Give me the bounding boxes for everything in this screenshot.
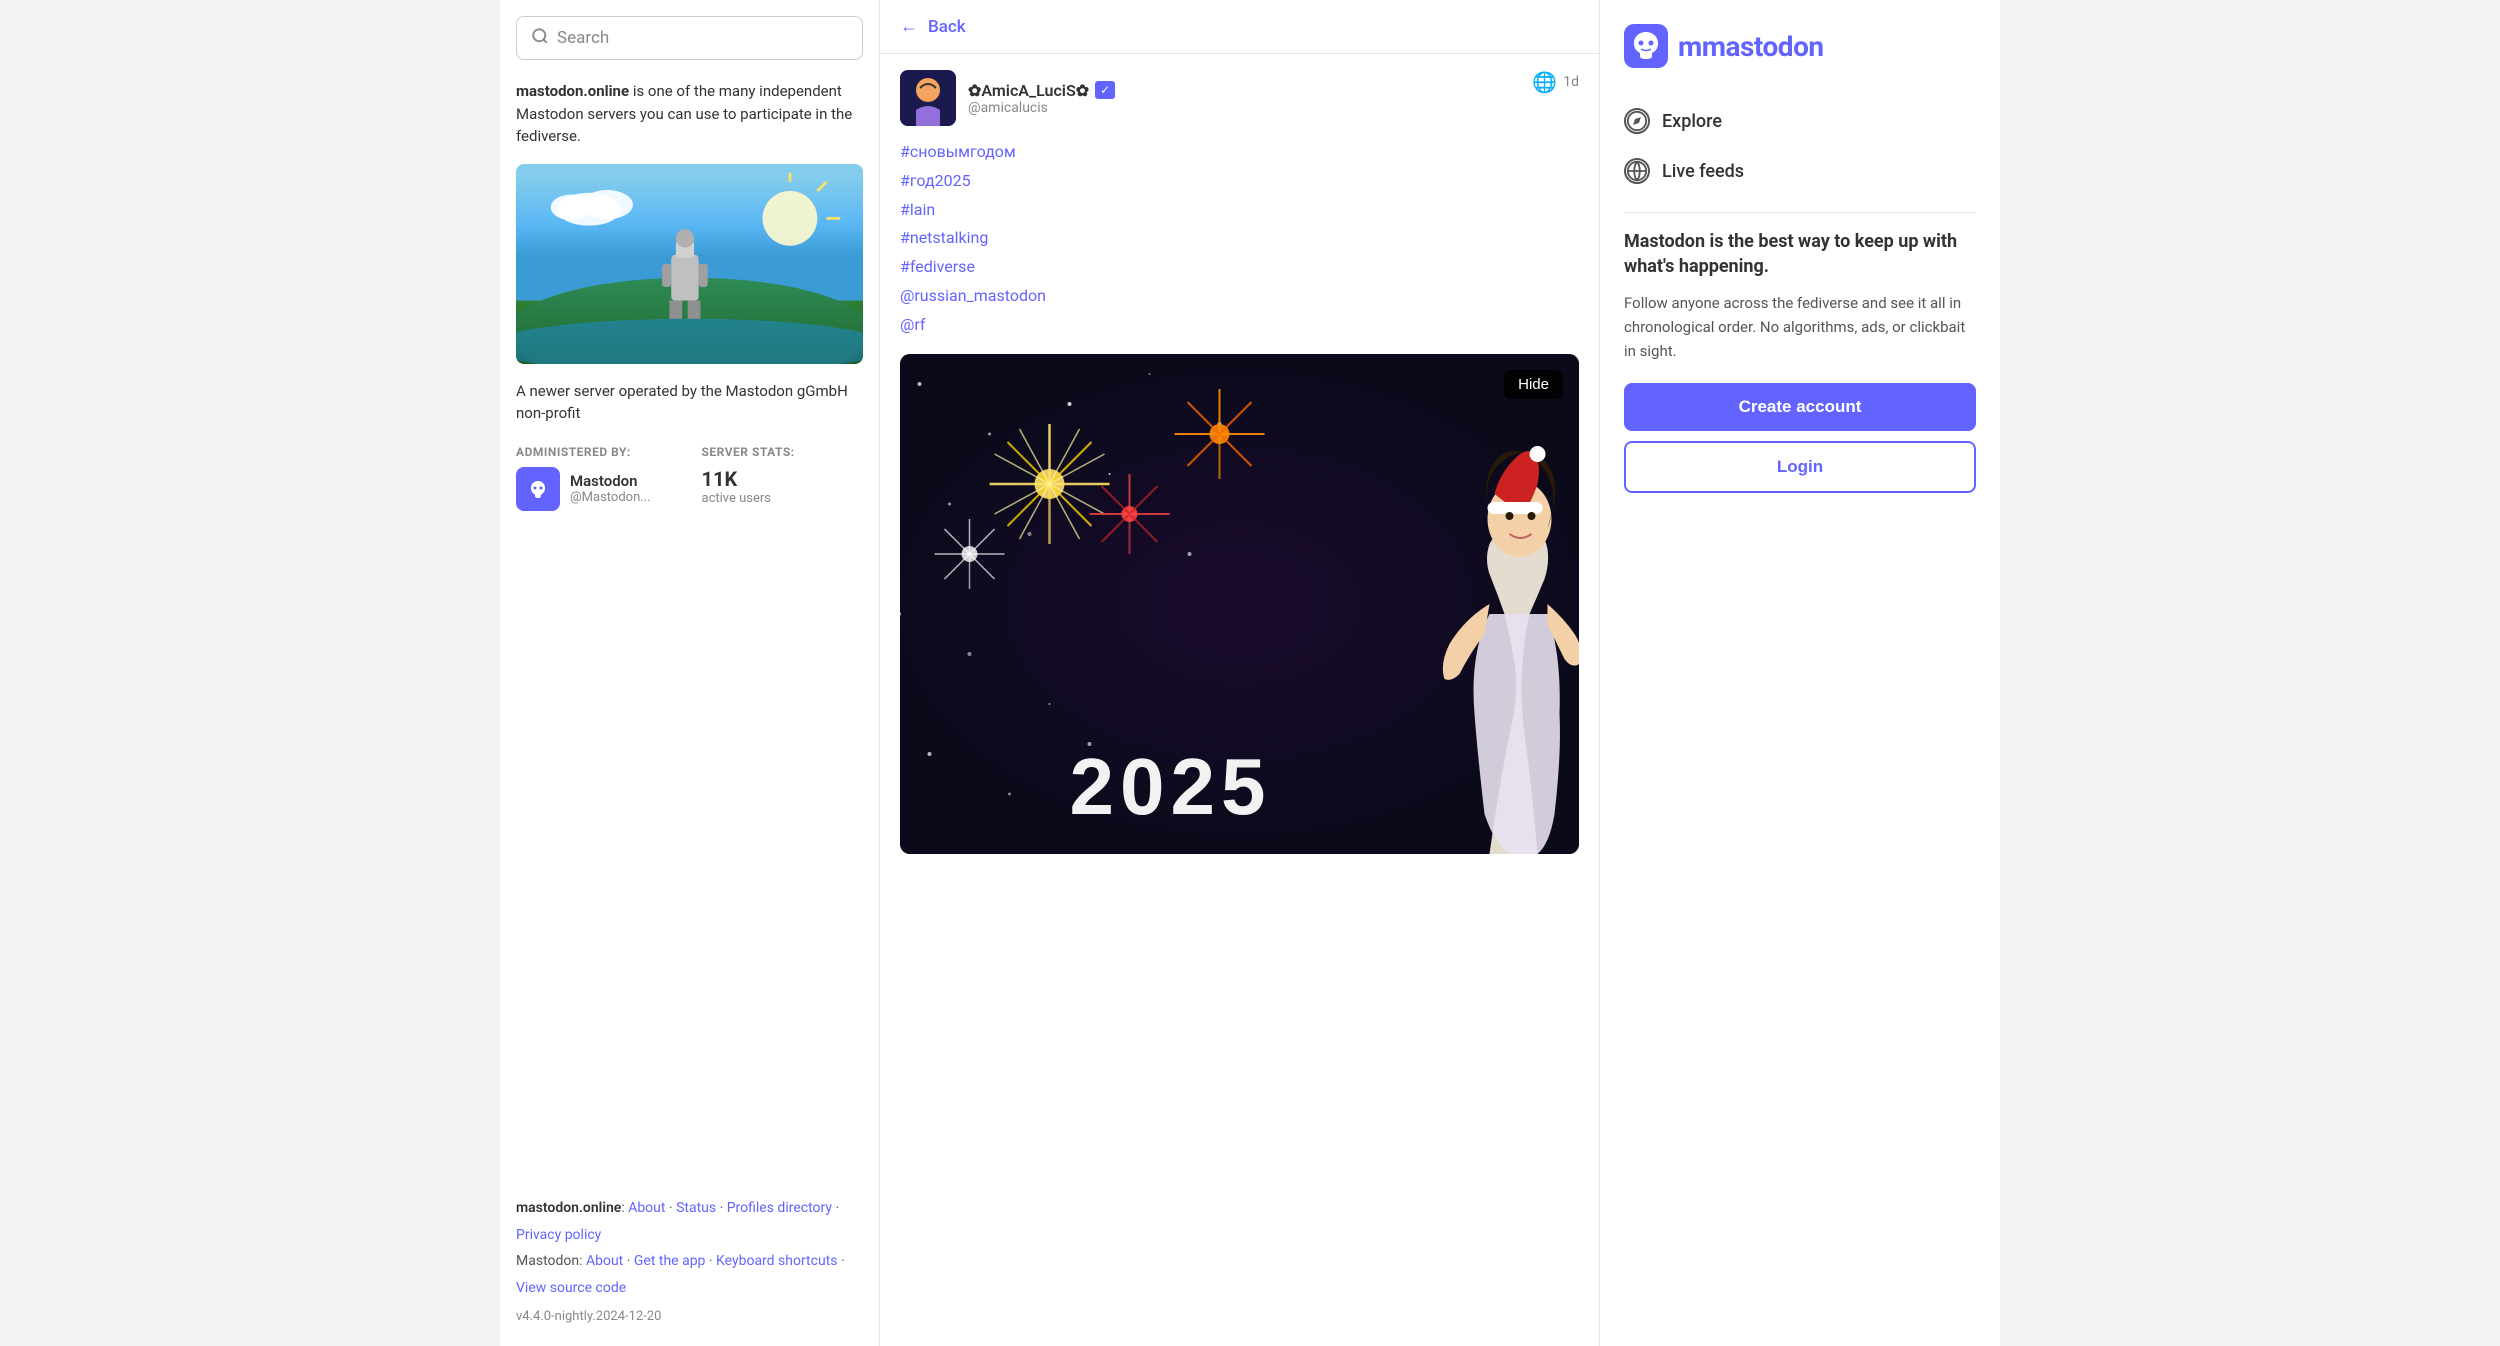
- version-text: v4.4.0-nightly.2024-12-20: [516, 1305, 863, 1330]
- footer-status-link[interactable]: Status: [676, 1200, 716, 1216]
- stats-section: SERVER STATS: 11K active users: [702, 445, 864, 511]
- admin-stats-section: ADMINISTERED BY: Mastodon @Mastodon...: [516, 445, 863, 511]
- admin-section: ADMINISTERED BY: Mastodon @Mastodon...: [516, 445, 678, 511]
- footer-privacy-link[interactable]: Privacy policy: [516, 1227, 601, 1243]
- svg-text:2025: 2025: [1070, 742, 1272, 831]
- footer-mastodon-links: Mastodon: About · Get the app · Keyboard…: [516, 1248, 863, 1301]
- avatar-image: [900, 70, 956, 126]
- post-meta: 🌐 1d: [1532, 70, 1579, 94]
- explore-label: Explore: [1662, 111, 1722, 132]
- promo-text: Follow anyone across the fediverse and s…: [1624, 291, 1976, 363]
- post-author: ✿AmicA_LuciS✿ ✓ @amicalucis: [900, 70, 1115, 126]
- footer-mastodon-about-link[interactable]: About: [586, 1253, 623, 1269]
- hashtag-5[interactable]: #fediverse: [900, 253, 1579, 282]
- stats-unit: active users: [702, 491, 864, 506]
- left-sidebar: Search mastodon.online is one of the man…: [500, 0, 880, 1346]
- post-name-row: ✿AmicA_LuciS✿ ✓: [968, 81, 1115, 100]
- footer-about-link[interactable]: About: [628, 1200, 665, 1216]
- footer-keyboard-shortcuts-link[interactable]: Keyboard shortcuts: [716, 1253, 837, 1269]
- footer-domain: mastodon.online: [516, 1200, 621, 1216]
- footer-profiles-link[interactable]: Profiles directory: [727, 1200, 832, 1216]
- mastodon-logo: mmastodon: [1624, 24, 1976, 68]
- compass-icon: [1624, 108, 1650, 134]
- administered-label: ADMINISTERED BY:: [516, 445, 678, 459]
- hide-button[interactable]: Hide: [1504, 370, 1563, 399]
- post-image-container: 2025 Hide: [900, 354, 1579, 854]
- main-content: ← Back: [880, 0, 1600, 1346]
- nav-item-explore[interactable]: Explore: [1624, 96, 1976, 146]
- admin-card: Mastodon @Mastodon...: [516, 467, 678, 511]
- hashtag-3[interactable]: #lain: [900, 196, 1579, 225]
- author-info: ✿AmicA_LuciS✿ ✓ @amicalucis: [968, 81, 1115, 116]
- footer-view-source-link[interactable]: View source code: [516, 1280, 626, 1296]
- footer-server-links: mastodon.online: About · Status · Profil…: [516, 1195, 863, 1248]
- admin-name: Mastodon: [570, 472, 651, 490]
- server-image: [516, 164, 863, 364]
- hashtag-4[interactable]: #netstalking: [900, 224, 1579, 253]
- post-header: ✿AmicA_LuciS✿ ✓ @amicalucis 🌐 1d: [900, 70, 1579, 126]
- nav-divider: [1624, 212, 1976, 213]
- post-timestamp: 1d: [1563, 74, 1579, 90]
- logo-text: mmastodon: [1678, 30, 1824, 63]
- hashtag-2[interactable]: #год2025: [900, 167, 1579, 196]
- post-handle: @amicalucis: [968, 100, 1115, 116]
- footer-links: mastodon.online: About · Status · Profil…: [516, 1175, 863, 1330]
- admin-handle: @Mastodon...: [570, 490, 651, 505]
- right-sidebar: mmastodon Explore Live feeds: [1600, 0, 2000, 1346]
- post-avatar: [900, 70, 956, 126]
- back-arrow-icon[interactable]: ←: [900, 16, 918, 37]
- search-placeholder: Search: [557, 28, 609, 48]
- stats-label: SERVER STATS:: [702, 445, 864, 459]
- back-button[interactable]: Back: [928, 17, 966, 37]
- back-bar: ← Back: [880, 0, 1599, 54]
- logo-m: m: [1678, 30, 1702, 63]
- live-feeds-globe-icon: [1624, 158, 1650, 184]
- post-image: 2025 Hide: [900, 354, 1579, 854]
- post-username: ✿AmicA_LuciS✿: [968, 81, 1089, 100]
- mastodon-logo-icon: [1624, 24, 1668, 68]
- mention-2[interactable]: @rf: [900, 311, 1579, 340]
- footer-get-app-link[interactable]: Get the app: [634, 1253, 706, 1269]
- mention-1[interactable]: @russian_mastodon: [900, 282, 1579, 311]
- footer-mastodon-label: Mastodon: [516, 1253, 579, 1269]
- verified-badge: ✓: [1095, 81, 1115, 99]
- create-account-button[interactable]: Create account: [1624, 383, 1976, 431]
- promo-heading: Mastodon is the best way to keep up with…: [1624, 229, 1976, 279]
- search-box[interactable]: Search: [516, 16, 863, 60]
- stats-value: 11K: [702, 467, 864, 491]
- server-description: mastodon.online is one of the many indep…: [516, 80, 863, 148]
- admin-info: Mastodon @Mastodon...: [570, 472, 651, 505]
- logo-rest: mastodon: [1702, 30, 1824, 63]
- nav-item-live-feeds[interactable]: Live feeds: [1624, 146, 1976, 196]
- search-icon: [531, 27, 549, 49]
- globe-icon: 🌐: [1532, 70, 1557, 94]
- hashtag-1[interactable]: #сновымгодом: [900, 138, 1579, 167]
- post-container: ✿AmicA_LuciS✿ ✓ @amicalucis 🌐 1d #сновым…: [880, 54, 1599, 870]
- live-feeds-label: Live feeds: [1662, 161, 1744, 182]
- post-content: #сновымгодом #год2025 #lain #netstalking…: [900, 138, 1579, 340]
- login-button[interactable]: Login: [1624, 441, 1976, 493]
- server-name: mastodon.online: [516, 82, 629, 100]
- admin-avatar: [516, 467, 560, 511]
- server-tagline: A newer server operated by the Mastodon …: [516, 380, 863, 425]
